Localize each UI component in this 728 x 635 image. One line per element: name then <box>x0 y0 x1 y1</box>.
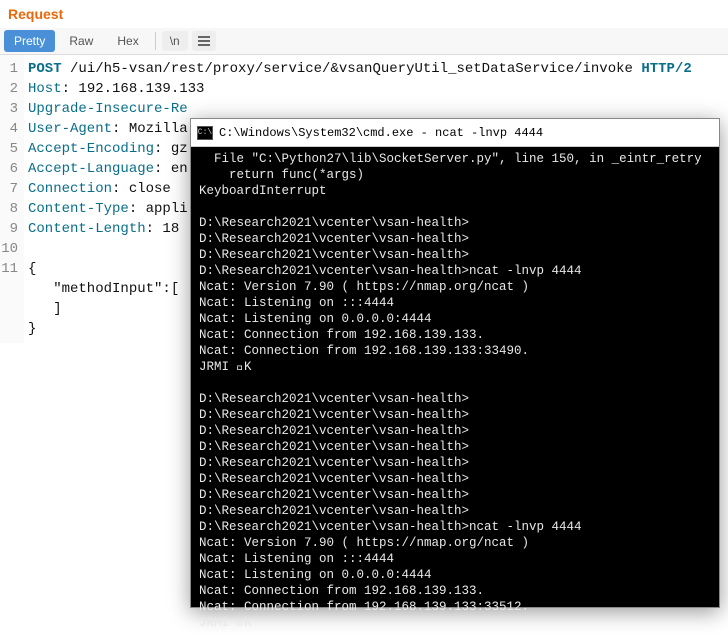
newline-toggle[interactable]: \n <box>162 31 188 51</box>
tab-hex[interactable]: Hex <box>107 30 148 52</box>
cmd-titlebar[interactable]: C:\ C:\Windows\System32\cmd.exe - ncat -… <box>191 119 719 147</box>
cmd-icon: C:\ <box>197 126 213 140</box>
panel-title: Request <box>0 0 728 28</box>
menu-icon[interactable] <box>192 31 216 51</box>
cmd-output[interactable]: File "C:\Python27\lib\SocketServer.py", … <box>191 147 719 635</box>
tab-raw[interactable]: Raw <box>59 30 103 52</box>
view-toolbar: Pretty Raw Hex \n <box>0 28 728 55</box>
cmd-window[interactable]: C:\ C:\Windows\System32\cmd.exe - ncat -… <box>190 118 720 608</box>
toolbar-separator <box>155 32 156 50</box>
tab-pretty[interactable]: Pretty <box>4 30 55 52</box>
line-gutter: 1234567891011 <box>0 55 24 343</box>
cmd-title: C:\Windows\System32\cmd.exe - ncat -lnvp… <box>219 126 713 140</box>
